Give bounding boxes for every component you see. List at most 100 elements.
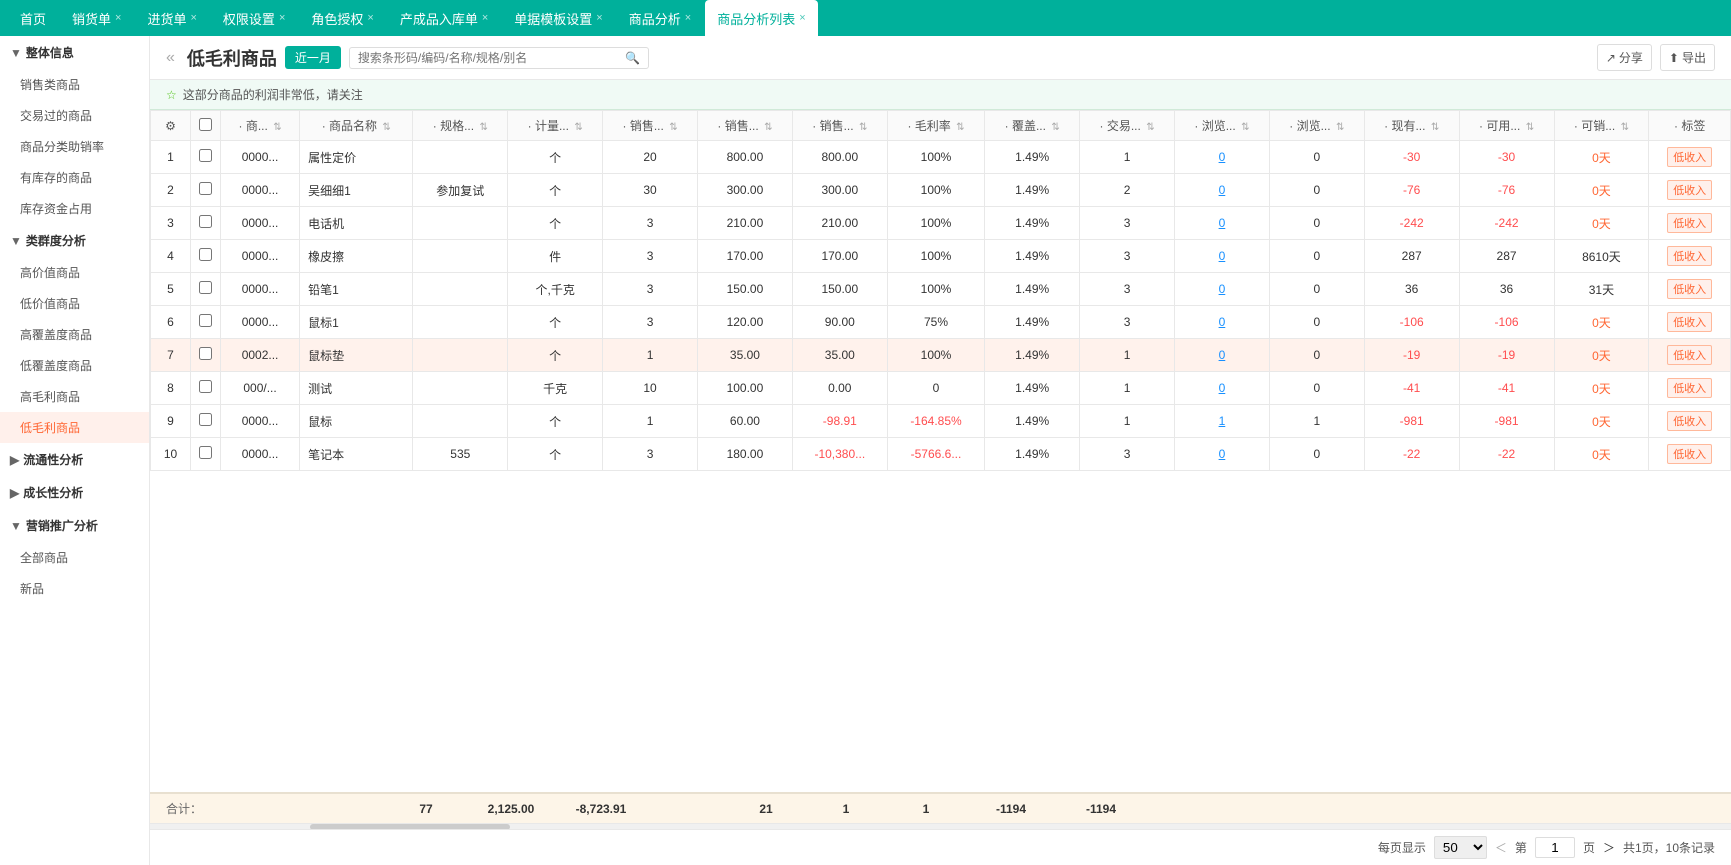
col-settings[interactable]: ⚙	[151, 111, 191, 141]
row-sales-qty: 1	[603, 339, 698, 372]
row-checkbox[interactable]	[199, 149, 212, 162]
row-checkbox-cell[interactable]	[191, 372, 221, 405]
row-checkbox[interactable]	[199, 215, 212, 228]
col-view2[interactable]: · 浏览... ⇅	[1269, 111, 1364, 141]
col-sales-price[interactable]: · 销售... ⇅	[698, 111, 793, 141]
sidebar-item-new-products[interactable]: 新品	[0, 573, 149, 604]
export-icon: ⬆	[1669, 51, 1679, 65]
sidebar-group-overview[interactable]: ▼ 整体信息	[0, 36, 149, 69]
col-sales-qty[interactable]: · 销售... ⇅	[603, 111, 698, 141]
row-checkbox-cell[interactable]	[191, 207, 221, 240]
sidebar-item-category-rate[interactable]: 商品分类助销率	[0, 131, 149, 162]
nav-close-permissions[interactable]: ×	[279, 12, 285, 24]
nav-template[interactable]: 单据模板设置 ×	[502, 0, 614, 36]
nav-close-roles[interactable]: ×	[367, 12, 373, 24]
row-current: -106	[1364, 306, 1459, 339]
sidebar-item-all-products[interactable]: 全部商品	[0, 542, 149, 573]
date-filter-btn[interactable]: 近一月	[285, 46, 341, 69]
nav-purchase[interactable]: 进货单 ×	[135, 0, 208, 36]
sidebar-group-cluster[interactable]: ▼ 类群度分析	[0, 224, 149, 257]
row-checkbox-cell[interactable]	[191, 141, 221, 174]
sidebar-item-stock-products[interactable]: 有库存的商品	[0, 162, 149, 193]
nav-product-analysis[interactable]: 商品分析 ×	[617, 0, 703, 36]
col-tag[interactable]: · 标签	[1649, 111, 1731, 141]
col-view1[interactable]: · 浏览... ⇅	[1175, 111, 1270, 141]
row-checkbox-cell[interactable]	[191, 339, 221, 372]
row-checkbox-cell[interactable]	[191, 273, 221, 306]
row-code: 0000...	[221, 273, 300, 306]
sidebar-item-low-margin[interactable]: 低毛利商品	[0, 412, 149, 443]
row-no: 1	[151, 141, 191, 174]
col-name[interactable]: · 商品名称 ⇅	[300, 111, 413, 141]
col-current[interactable]: · 现有... ⇅	[1364, 111, 1459, 141]
sidebar-item-traded-products[interactable]: 交易过的商品	[0, 100, 149, 131]
row-tag: 低收入	[1649, 240, 1731, 273]
row-margin: -164.85%	[887, 405, 985, 438]
footer-view1: 1	[806, 802, 886, 816]
search-input[interactable]	[358, 51, 621, 65]
row-checkbox[interactable]	[199, 413, 212, 426]
col-margin[interactable]: · 毛利率 ⇅	[887, 111, 985, 141]
sidebar-group-marketing[interactable]: ▼ 营销推广分析	[0, 509, 149, 542]
row-checkbox[interactable]	[199, 380, 212, 393]
per-page-select[interactable]: 50 100 200	[1434, 836, 1487, 859]
nav-products-in[interactable]: 产成品入库单 ×	[388, 0, 500, 36]
nav-analysis-list[interactable]: 商品分析列表 ×	[705, 0, 817, 36]
sidebar-item-low-value[interactable]: 低价值商品	[0, 288, 149, 319]
nav-close-analysis-list[interactable]: ×	[799, 12, 805, 24]
row-view1: 0	[1175, 339, 1270, 372]
row-checkbox-cell[interactable]	[191, 405, 221, 438]
export-button[interactable]: ⬆ 导出	[1660, 44, 1715, 71]
row-checkbox-cell[interactable]	[191, 306, 221, 339]
sidebar-item-sales-products[interactable]: 销售类商品	[0, 69, 149, 100]
row-spec: 参加复试	[413, 174, 508, 207]
nav-close-products-in[interactable]: ×	[482, 12, 488, 24]
col-trade[interactable]: · 交易... ⇅	[1080, 111, 1175, 141]
col-coverage[interactable]: · 覆盖... ⇅	[985, 111, 1080, 141]
row-checkbox-cell[interactable]	[191, 438, 221, 471]
sidebar-item-stock-capital[interactable]: 库存资金占用	[0, 193, 149, 224]
select-all-checkbox[interactable]	[199, 118, 212, 131]
row-trade: 1	[1080, 339, 1175, 372]
sidebar-group-growth[interactable]: ▶ 成长性分析	[0, 476, 149, 509]
nav-sales[interactable]: 销货单 ×	[60, 0, 133, 36]
row-checkbox[interactable]	[199, 248, 212, 261]
sidebar-item-high-margin[interactable]: 高毛利商品	[0, 381, 149, 412]
row-checkbox-cell[interactable]	[191, 240, 221, 273]
share-button[interactable]: ↗ 分享	[1597, 44, 1652, 71]
row-checkbox[interactable]	[199, 314, 212, 327]
page-input[interactable]	[1535, 837, 1575, 858]
row-checkbox[interactable]	[199, 446, 212, 459]
row-no: 5	[151, 273, 191, 306]
sidebar-group-flow[interactable]: ▶ 流通性分析	[0, 443, 149, 476]
col-checkbox[interactable]	[191, 111, 221, 141]
sidebar-item-low-coverage[interactable]: 低覆盖度商品	[0, 350, 149, 381]
col-spec[interactable]: · 规格... ⇅	[413, 111, 508, 141]
row-tag: 低收入	[1649, 273, 1731, 306]
search-icon[interactable]: 🔍	[625, 51, 640, 65]
sort-sellable-icon: ⇅	[1621, 122, 1629, 133]
nav-roles[interactable]: 角色授权 ×	[299, 0, 385, 36]
col-unit[interactable]: · 计量... ⇅	[508, 111, 603, 141]
prev-page-btn[interactable]: ＜	[1495, 839, 1507, 856]
row-current: 287	[1364, 240, 1459, 273]
col-available[interactable]: · 可用... ⇅	[1459, 111, 1554, 141]
sidebar-item-high-value[interactable]: 高价值商品	[0, 257, 149, 288]
col-sales-profit[interactable]: · 销售... ⇅	[792, 111, 887, 141]
nav-close-sales[interactable]: ×	[115, 12, 121, 24]
row-unit: 个	[508, 207, 603, 240]
row-checkbox-cell[interactable]	[191, 174, 221, 207]
nav-close-template[interactable]: ×	[596, 12, 602, 24]
nav-permissions[interactable]: 权限设置 ×	[211, 0, 297, 36]
row-checkbox[interactable]	[199, 182, 212, 195]
nav-close-purchase[interactable]: ×	[190, 12, 196, 24]
nav-close-product-analysis[interactable]: ×	[685, 12, 691, 24]
next-page-btn[interactable]: ＞	[1603, 839, 1615, 856]
nav-home[interactable]: 首页	[8, 0, 58, 36]
row-checkbox[interactable]	[199, 281, 212, 294]
row-checkbox[interactable]	[199, 347, 212, 360]
collapse-sidebar-btn[interactable]: «	[166, 49, 175, 67]
sidebar-item-high-coverage[interactable]: 高覆盖度商品	[0, 319, 149, 350]
col-code[interactable]: · 商... ⇅	[221, 111, 300, 141]
col-sellable[interactable]: · 可销... ⇅	[1554, 111, 1649, 141]
